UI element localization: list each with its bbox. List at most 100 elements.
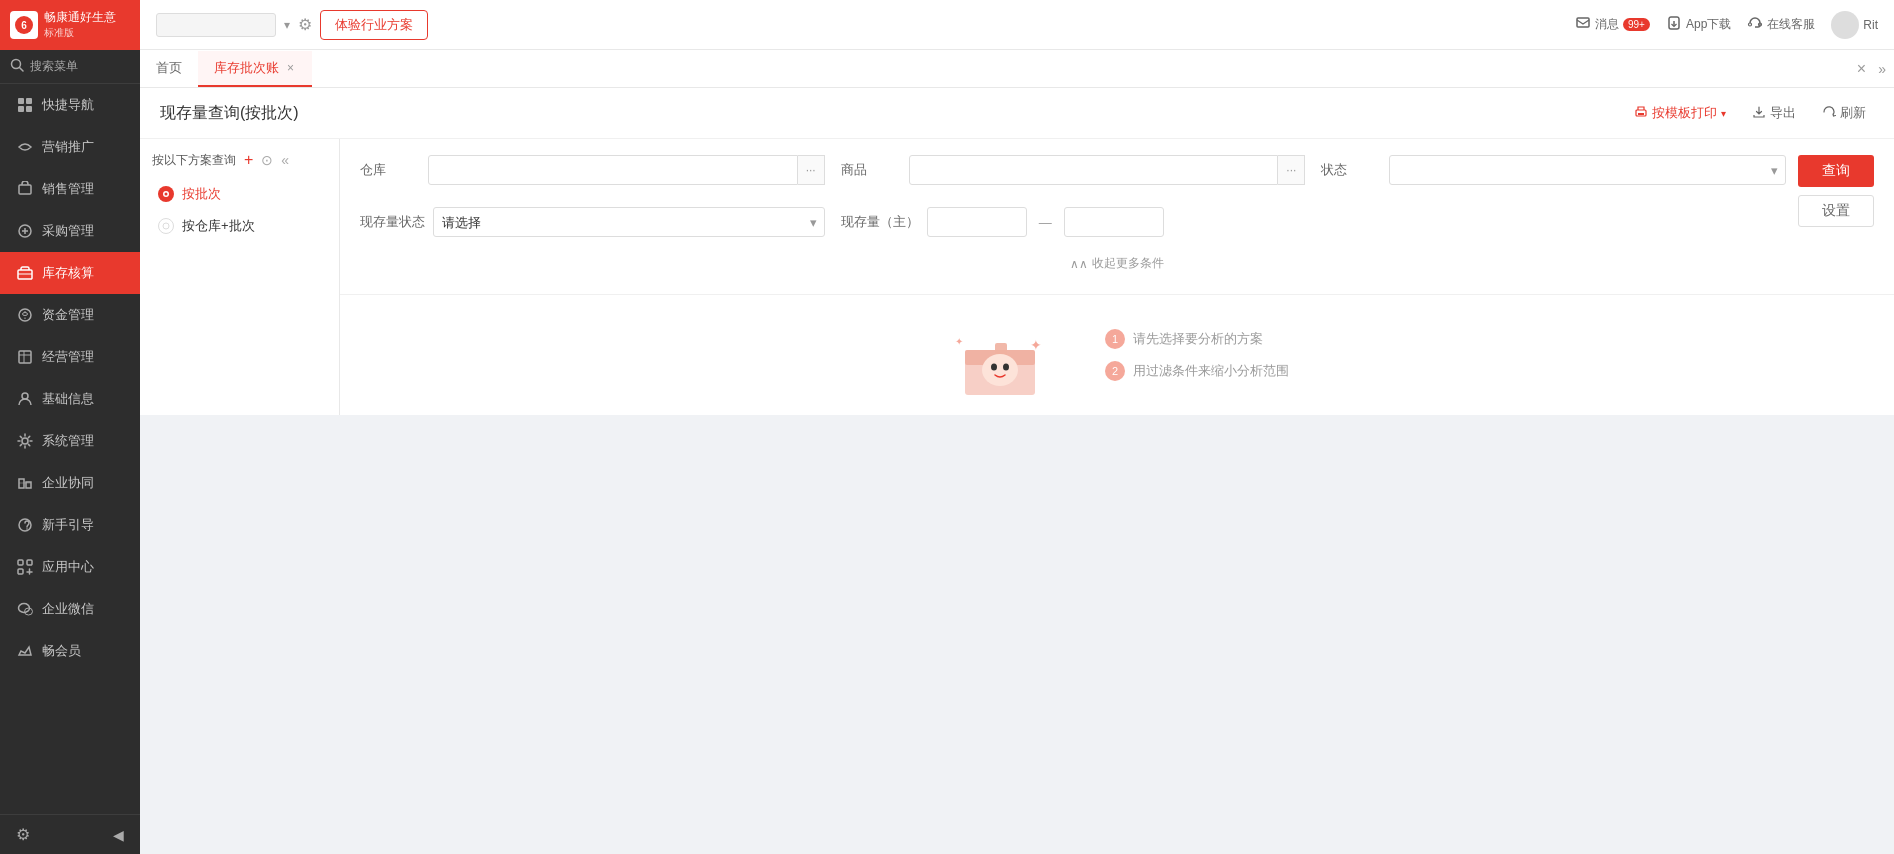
stock-qty-label: 现存量（主） <box>841 213 919 231</box>
sidebar-settings-icon[interactable]: ⚙ <box>16 825 30 844</box>
filter-settings-icon[interactable]: ⊙ <box>261 152 273 168</box>
tab-home[interactable]: 首页 <box>140 51 198 87</box>
sidebar-search-button[interactable]: 搜索菜单 <box>10 58 130 75</box>
sidebar-header: 6 畅康通好生意 标准版 <box>0 0 140 50</box>
refresh-icon <box>1822 105 1836 122</box>
stock-qty-min-input[interactable] <box>927 207 1027 237</box>
sidebar-item-marketing[interactable]: 营销推广 <box>0 126 140 168</box>
sidebar-label-quicknav: 快捷导航 <box>42 96 94 114</box>
sidebar-item-finance[interactable]: 资金管理 <box>0 294 140 336</box>
scheme-item-warehouse-batch[interactable]: 按仓库+批次 <box>152 213 327 239</box>
filter-collapse-icon[interactable]: « <box>281 152 289 168</box>
topbar-dropdown-icon[interactable]: ▾ <box>284 18 290 32</box>
page-content: 现存量查询(按批次) 按模板打印 ▾ <box>140 88 1894 854</box>
user-profile[interactable]: Rit <box>1831 11 1878 39</box>
filter-title: 按以下方案查询 <box>152 152 236 169</box>
sidebar-item-operations[interactable]: 经营管理 <box>0 336 140 378</box>
topbar-right: 消息 99+ App下载 <box>1575 11 1878 39</box>
svg-point-36 <box>165 193 168 196</box>
app-title-group: 畅康通好生意 标准版 <box>44 10 116 40</box>
svg-point-22 <box>26 528 28 530</box>
sidebar-item-sales[interactable]: 销售管理 <box>0 168 140 210</box>
sidebar-label-operations: 经营管理 <box>42 348 94 366</box>
app-download-button[interactable]: App下载 <box>1666 15 1731 34</box>
app-download-icon <box>1666 15 1682 34</box>
topbar: ▾ ⚙ 体验行业方案 消息 99+ <box>140 0 1894 50</box>
status-select[interactable] <box>1389 155 1786 185</box>
svg-rect-23 <box>18 560 23 565</box>
print-button[interactable]: 按模板打印 ▾ <box>1626 100 1734 126</box>
tab-close-icon[interactable]: × <box>285 61 296 75</box>
tab-bar-expand-icon[interactable]: » <box>1878 61 1886 77</box>
collapse-row[interactable]: ∧∧ 收起更多条件 <box>360 249 1874 278</box>
sidebar-item-newbie[interactable]: 新手引导 <box>0 504 140 546</box>
refresh-button[interactable]: 刷新 <box>1814 100 1874 126</box>
sidebar-item-appcenter[interactable]: 应用中心 <box>0 546 140 588</box>
warehouse-group: 仓库 ··· <box>360 155 825 185</box>
sidebar-item-purchase[interactable]: 采购管理 <box>0 210 140 252</box>
export-icon <box>1752 105 1766 122</box>
stock-status-select[interactable]: 请选择 <box>433 207 825 237</box>
experience-button[interactable]: 体验行业方案 <box>320 10 428 40</box>
print-label: 按模板打印 <box>1652 104 1717 122</box>
svg-rect-13 <box>19 351 31 363</box>
sidebar-collapse-icon[interactable]: ◀ <box>113 827 124 843</box>
system-icon <box>16 432 34 450</box>
tab-bar-close-icon[interactable]: × <box>1857 60 1866 78</box>
operations-icon <box>16 348 34 366</box>
filter-add-icon[interactable]: + <box>244 151 253 169</box>
customer-service-icon <box>1747 15 1763 34</box>
sidebar-item-system[interactable]: 系统管理 <box>0 420 140 462</box>
stock-qty-max-input[interactable] <box>1064 207 1164 237</box>
tab-inventory-batch[interactable]: 库存批次账 × <box>198 51 312 87</box>
topbar-search-input[interactable] <box>156 13 276 37</box>
sidebar-item-enterprise[interactable]: 企业协同 <box>0 462 140 504</box>
user-avatar <box>1831 11 1859 39</box>
scheme-dot-warehouse-batch <box>158 218 174 234</box>
sidebar-label-basics: 基础信息 <box>42 390 94 408</box>
message-button[interactable]: 消息 99+ <box>1575 15 1650 34</box>
warehouse-dots-btn[interactable]: ··· <box>798 155 825 185</box>
product-dots-btn[interactable]: ··· <box>1278 155 1305 185</box>
product-input[interactable] <box>909 155 1279 185</box>
sidebar-item-member[interactable]: 畅会员 <box>0 630 140 672</box>
filter-header: 按以下方案查询 + ⊙ « <box>152 151 327 169</box>
app-download-label: App下载 <box>1686 16 1731 33</box>
export-label: 导出 <box>1770 104 1796 122</box>
wechat-icon <box>16 600 34 618</box>
query-button[interactable]: 查询 <box>1798 155 1874 187</box>
scheme-label-batch: 按批次 <box>182 185 221 203</box>
svg-point-31 <box>1749 23 1752 26</box>
warehouse-input[interactable] <box>428 155 798 185</box>
form-buttons: 查询 设置 <box>1798 155 1874 227</box>
print-dropdown-icon[interactable]: ▾ <box>1721 108 1726 119</box>
sidebar-item-inventory[interactable]: 库存核算 <box>0 252 140 294</box>
warehouse-input-wrapper: ··· <box>428 155 825 185</box>
export-button[interactable]: 导出 <box>1744 100 1804 126</box>
sidebar-item-basics[interactable]: 基础信息 <box>0 378 140 420</box>
sidebar-item-wechat[interactable]: 企业微信 <box>0 588 140 630</box>
enterprise-icon <box>16 474 34 492</box>
svg-point-21 <box>19 519 31 531</box>
sales-icon <box>16 180 34 198</box>
svg-rect-24 <box>27 560 32 565</box>
settings-button[interactable]: 设置 <box>1798 195 1874 227</box>
scheme-list: 按批次 按仓库+批次 <box>152 181 327 239</box>
purchase-icon <box>16 222 34 240</box>
svg-point-43 <box>1003 364 1009 371</box>
svg-rect-34 <box>1638 113 1644 115</box>
sidebar-nav: 快捷导航 营销推广 销售管理 <box>0 84 140 814</box>
status-select-wrapper: ▾ <box>1389 155 1786 185</box>
svg-rect-25 <box>18 569 23 574</box>
customer-service-button[interactable]: 在线客服 <box>1747 15 1815 34</box>
sidebar-label-finance: 资金管理 <box>42 306 94 324</box>
scheme-item-batch[interactable]: 按批次 <box>152 181 327 207</box>
sidebar-item-quicknav[interactable]: 快捷导航 <box>0 84 140 126</box>
topbar-gear-icon[interactable]: ⚙ <box>298 15 312 34</box>
sidebar-search-area[interactable]: 搜索菜单 <box>0 50 140 84</box>
content-wrapper: 按以下方案查询 + ⊙ « 按批次 <box>140 139 1894 415</box>
collapse-up-icon: ∧∧ <box>1070 257 1088 271</box>
svg-rect-18 <box>19 479 24 488</box>
step-1-text: 请先选择要分析的方案 <box>1133 330 1263 348</box>
stock-status-group: 现存量状态 请选择 ▾ <box>360 207 825 237</box>
